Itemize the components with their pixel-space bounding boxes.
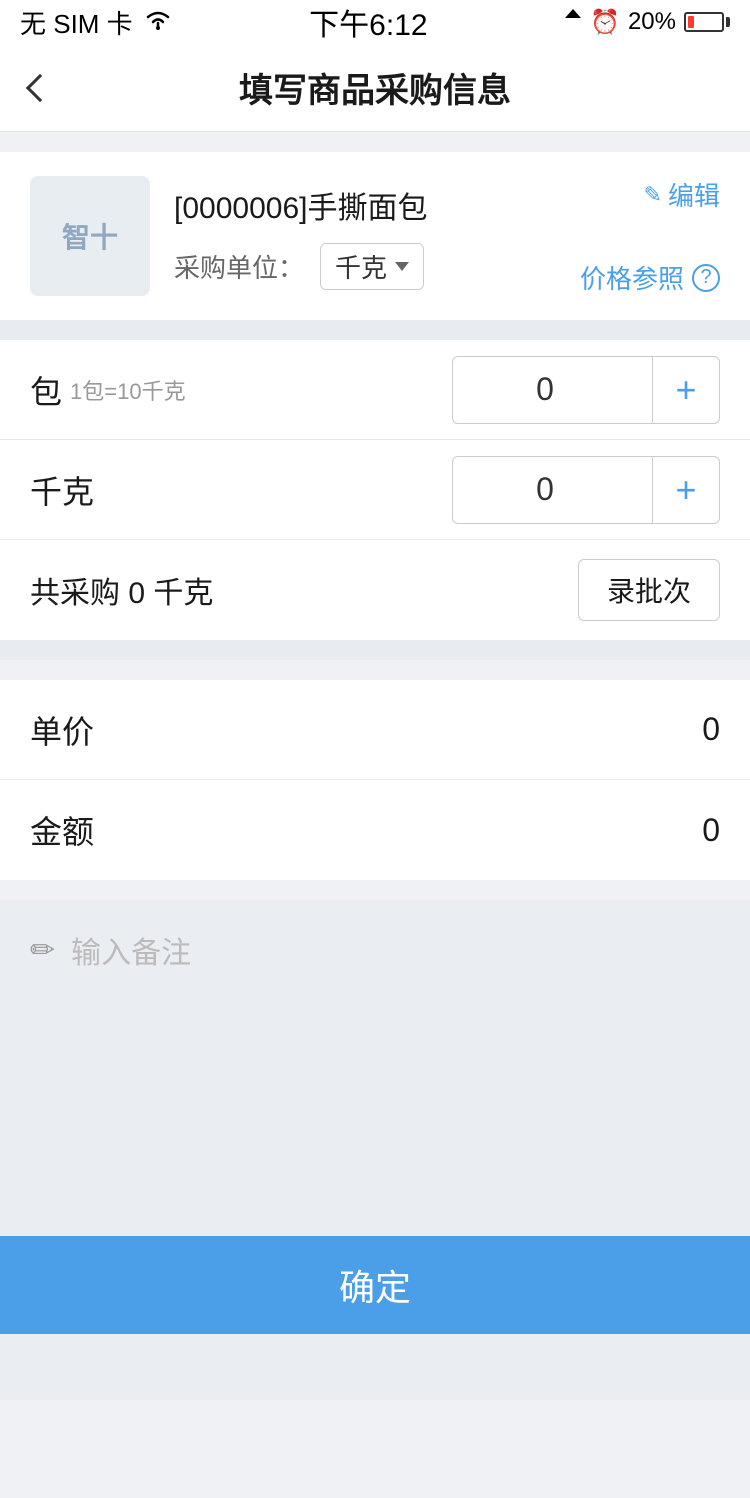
kg-input[interactable] xyxy=(452,456,652,524)
edit-icon: ✎ xyxy=(644,182,662,208)
amount-label: 金额 xyxy=(30,807,94,853)
kg-input-row: 千克 + xyxy=(0,440,750,540)
bao-input-row: 包 1包=10千克 + xyxy=(0,340,750,440)
battery-percent: 20% xyxy=(628,8,676,36)
summary-row: 共采购 0 千克 录批次 xyxy=(0,540,750,640)
status-left: 无 SIM 卡 xyxy=(20,4,173,41)
wifi-icon xyxy=(143,7,173,38)
section-divider-2 xyxy=(0,640,750,660)
unit-label: 采购单位： xyxy=(174,248,304,285)
kg-input-wrapper: + xyxy=(452,456,720,524)
price-section: 单价 0 金额 0 xyxy=(0,680,750,880)
nav-bar: 填写商品采购信息 xyxy=(0,44,750,132)
bao-plus-button[interactable]: + xyxy=(652,356,720,424)
product-logo: 智十 xyxy=(62,216,118,256)
pencil-icon: ✏ xyxy=(30,933,55,968)
edit-label: 编辑 xyxy=(668,176,720,213)
batch-button[interactable]: 录批次 xyxy=(578,559,720,621)
remark-placeholder: 输入备注 xyxy=(71,928,191,972)
bao-input-wrapper: + xyxy=(452,356,720,424)
alarm-icon: ⏰ xyxy=(590,8,620,37)
amount-value: 0 xyxy=(702,812,720,849)
confirm-button[interactable]: 确定 xyxy=(0,1236,750,1334)
price-ref-label: 价格参照 xyxy=(580,259,684,296)
edit-button[interactable]: ✎ 编辑 xyxy=(644,176,720,213)
product-image: 智十 xyxy=(30,176,150,296)
location-icon xyxy=(564,8,582,37)
section-divider-1 xyxy=(0,320,750,340)
amount-row: 金额 0 xyxy=(0,780,750,880)
unit-dropdown[interactable]: 千克 xyxy=(320,243,424,290)
product-card: 智十 [0000006]手撕面包 采购单位： 千克 ✎ 编辑 价格参照 ? xyxy=(0,152,750,320)
summary-text: 共采购 0 千克 xyxy=(30,568,213,612)
unit-value: 千克 xyxy=(335,248,387,285)
status-right: ⏰ 20% xyxy=(564,8,730,37)
page-title: 填写商品采购信息 xyxy=(0,63,750,112)
product-name: [0000006]手撕面包 xyxy=(174,183,720,227)
unit-price-row: 单价 0 xyxy=(0,680,750,780)
price-ref-button[interactable]: 价格参照 ? xyxy=(580,259,720,296)
unit-price-label: 单价 xyxy=(30,707,94,753)
status-bar: 无 SIM 卡 下午6:12 ⏰ 20% xyxy=(0,0,750,44)
no-sim-text: 无 SIM 卡 xyxy=(20,4,133,41)
battery-icon xyxy=(684,12,730,32)
page-spacer xyxy=(0,1400,750,1498)
kg-plus-button[interactable]: + xyxy=(652,456,720,524)
bao-label: 包 xyxy=(30,367,62,413)
remark-section[interactable]: ✏ 输入备注 xyxy=(0,900,750,1000)
back-arrow-icon xyxy=(26,73,54,101)
chevron-down-icon xyxy=(395,262,409,271)
bao-hint: 1包=10千克 xyxy=(70,374,452,406)
unit-price-value: 0 xyxy=(702,711,720,748)
main-content-area xyxy=(0,1000,750,1400)
info-icon: ? xyxy=(692,264,720,292)
bao-input[interactable] xyxy=(452,356,652,424)
kg-label: 千克 xyxy=(30,467,94,513)
status-time: 下午6:12 xyxy=(309,0,427,44)
input-section: 包 1包=10千克 + 千克 + xyxy=(0,340,750,540)
back-button[interactable] xyxy=(0,44,80,132)
